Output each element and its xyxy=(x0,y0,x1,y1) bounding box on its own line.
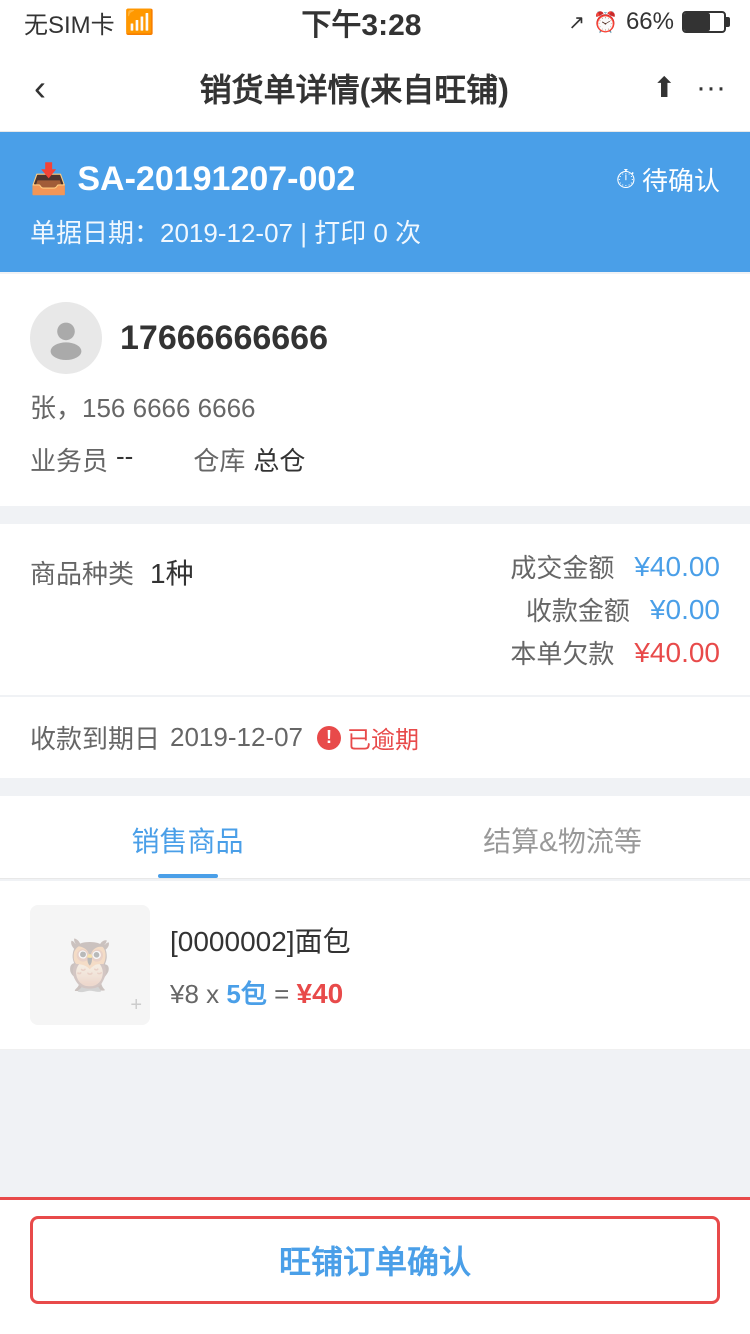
wifi-icon: 📶 xyxy=(125,8,155,37)
tab-settlement[interactable]: 结算&物流等 xyxy=(375,796,750,878)
equals-sign: = xyxy=(274,979,296,1009)
due-date-value: 2019-12-07 xyxy=(170,722,303,753)
customer-row: 17666666666 xyxy=(30,302,720,374)
back-button[interactable]: ‹ xyxy=(24,57,56,119)
salesperson-info: 业务员 -- xyxy=(30,441,133,478)
status-time: 下午3:28 xyxy=(301,0,421,44)
quantity: 5包 xyxy=(226,979,266,1009)
multiply-sign: x xyxy=(206,979,226,1009)
unit-price: ¥8 xyxy=(170,979,199,1009)
more-button[interactable]: ··· xyxy=(696,71,726,105)
product-thumbnail: 🦉 + xyxy=(30,905,150,1025)
alarm-icon: ⏰ xyxy=(593,10,618,35)
plus-icon: + xyxy=(130,994,142,1017)
total-price: ¥40 xyxy=(297,978,344,1009)
confirm-order-button[interactable]: 旺铺订单确认 xyxy=(30,1216,720,1304)
nav-actions: ⬆ ··· xyxy=(653,71,726,105)
order-id: 📥 SA-20191207-002 xyxy=(30,160,355,199)
amount-row-deal: 成交金额 ¥40.00 xyxy=(510,548,720,585)
product-placeholder-icon: 🦉 xyxy=(59,936,121,995)
order-meta: 单据日期：2019-12-07 | 打印 0 次 xyxy=(30,213,720,250)
customer-phone: 17666666666 xyxy=(120,319,328,358)
location-icon: ↗ xyxy=(568,10,585,35)
order-header: 📥 SA-20191207-002 ⏱ 待确认 单据日期：2019-12-07 … xyxy=(0,132,750,272)
order-date: 单据日期：2019-12-07 xyxy=(30,218,293,248)
salesperson-label: 业务员 xyxy=(30,441,108,478)
bottom-action-bar: 旺铺订单确认 xyxy=(0,1197,750,1334)
deal-amount-value: ¥40.00 xyxy=(634,551,720,583)
salesperson-value: -- xyxy=(116,441,133,478)
person-icon xyxy=(44,316,88,360)
customer-card: 17666666666 张，156 6666 6666 业务员 -- 仓库 总仓 xyxy=(0,274,750,506)
status-bar: 无SIM卡 📶 下午3:28 ↗ ⏰ 66% xyxy=(0,0,750,44)
summary-left: 商品种类 1种 xyxy=(30,548,194,592)
battery-label: 66% xyxy=(626,8,674,36)
product-name: [0000002]面包 xyxy=(170,920,720,960)
payment-amount-label: 收款金额 xyxy=(526,591,630,628)
share-button[interactable]: ⬆ xyxy=(653,71,676,104)
clock-icon: ⏱ xyxy=(616,164,636,196)
avatar xyxy=(30,302,102,374)
battery-icon xyxy=(682,11,726,33)
deal-amount-label: 成交金额 xyxy=(510,548,614,585)
unit: 包 xyxy=(241,979,267,1009)
inbox-icon: 📥 xyxy=(30,162,67,197)
tab-settlement-label: 结算&物流等 xyxy=(483,826,642,857)
product-info: [0000002]面包 ¥8 x 5包 = ¥40 xyxy=(170,920,720,1011)
status-left: 无SIM卡 📶 xyxy=(24,5,155,40)
amount-row-debt: 本单欠款 ¥40.00 xyxy=(510,634,720,671)
order-print-count: | 打印 0 次 xyxy=(300,218,421,248)
customer-info-row: 业务员 -- 仓库 总仓 xyxy=(30,441,720,478)
amount-row-payment: 收款金额 ¥0.00 xyxy=(526,591,720,628)
product-code: [0000002] xyxy=(170,926,295,957)
status-right: ↗ ⏰ 66% xyxy=(568,8,726,36)
warehouse-info: 仓库 总仓 xyxy=(193,441,305,478)
order-status-text: 待确认 xyxy=(642,161,720,198)
product-price: ¥8 x 5包 = ¥40 xyxy=(170,974,720,1011)
overdue-badge: ! 已逾期 xyxy=(317,720,419,755)
carrier-label: 无SIM卡 xyxy=(24,5,115,40)
payment-amount-value: ¥0.00 xyxy=(650,594,720,626)
tab-sales-goods-label: 销售商品 xyxy=(131,826,243,857)
summary-right: 成交金额 ¥40.00 收款金额 ¥0.00 本单欠款 ¥40.00 xyxy=(510,548,720,671)
nav-bar: ‹ 销货单详情(来自旺铺) ⬆ ··· xyxy=(0,44,750,132)
warehouse-value: 总仓 xyxy=(253,441,305,478)
tab-sales-goods[interactable]: 销售商品 xyxy=(0,796,375,878)
category-value: 1种 xyxy=(150,552,194,592)
overdue-warning-icon: ! xyxy=(317,726,341,750)
product-title: 面包 xyxy=(295,926,351,957)
warehouse-label: 仓库 xyxy=(193,441,245,478)
debt-amount-value: ¥40.00 xyxy=(634,637,720,669)
order-id-text: SA-20191207-002 xyxy=(77,160,355,199)
due-date-card: 收款到期日 2019-12-07 ! 已逾期 xyxy=(0,697,750,778)
category-label: 商品种类 xyxy=(30,554,134,591)
debt-amount-label: 本单欠款 xyxy=(510,634,614,671)
tabs-bar: 销售商品 结算&物流等 xyxy=(0,796,750,879)
summary-card: 商品种类 1种 成交金额 ¥40.00 收款金额 ¥0.00 本单欠款 ¥40.… xyxy=(0,524,750,695)
customer-name: 张，156 6666 6666 xyxy=(30,388,720,425)
page-title: 销货单详情(来自旺铺) xyxy=(56,65,653,111)
due-date-label: 收款到期日 xyxy=(30,719,160,756)
order-header-top: 📥 SA-20191207-002 ⏱ 待确认 xyxy=(30,160,720,199)
product-list: 🦉 + [0000002]面包 ¥8 x 5包 = ¥40 xyxy=(0,881,750,1050)
overdue-label: 已逾期 xyxy=(347,720,419,755)
order-status: ⏱ 待确认 xyxy=(616,161,720,198)
product-item: 🦉 + [0000002]面包 ¥8 x 5包 = ¥40 xyxy=(0,881,750,1050)
